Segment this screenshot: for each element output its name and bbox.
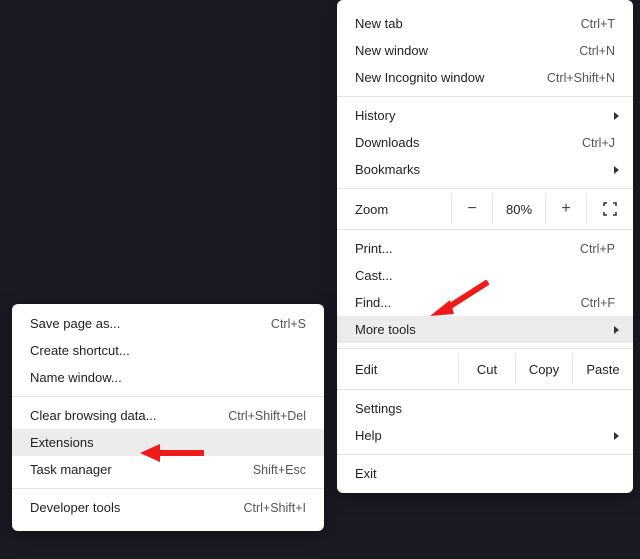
menu-label: New tab [355,16,567,31]
edit-label: Edit [355,362,458,377]
menu-label: Bookmarks [355,162,615,177]
zoom-label: Zoom [355,202,451,217]
submenu-item-task-manager[interactable]: Task manager Shift+Esc [12,456,324,483]
submenu-item-extensions[interactable]: Extensions [12,429,324,456]
menu-shortcut: Ctrl+T [581,17,615,31]
menu-label: More tools [355,322,615,337]
menu-item-exit[interactable]: Exit [337,460,633,487]
menu-shortcut: Ctrl+N [579,44,615,58]
menu-label: Save page as... [30,316,257,331]
menu-label: Cast... [355,268,615,283]
menu-item-incognito[interactable]: New Incognito window Ctrl+Shift+N [337,64,633,91]
fullscreen-icon [603,202,617,216]
menu-item-new-window[interactable]: New window Ctrl+N [337,37,633,64]
submenu-item-save-page[interactable]: Save page as... Ctrl+S [12,310,324,337]
submenu-item-create-shortcut[interactable]: Create shortcut... [12,337,324,364]
menu-label: Exit [355,466,615,481]
menu-item-downloads[interactable]: Downloads Ctrl+J [337,129,633,156]
menu-item-settings[interactable]: Settings [337,395,633,422]
fullscreen-button[interactable] [586,194,633,224]
menu-label: Print... [355,241,566,256]
paste-button[interactable]: Paste [572,354,633,384]
menu-label: Find... [355,295,567,310]
zoom-out-button[interactable]: − [451,194,492,224]
menu-label: New window [355,43,565,58]
menu-shortcut: Ctrl+F [581,296,615,310]
menu-item-edit: Edit Cut Copy Paste [337,354,633,384]
submenu-item-developer-tools[interactable]: Developer tools Ctrl+Shift+I [12,494,324,521]
menu-separator [337,348,633,349]
menu-item-cast[interactable]: Cast... [337,262,633,289]
menu-separator [337,96,633,97]
menu-separator [337,389,633,390]
menu-separator [12,488,324,489]
submenu-item-clear-data[interactable]: Clear browsing data... Ctrl+Shift+Del [12,402,324,429]
menu-item-bookmarks[interactable]: Bookmarks [337,156,633,183]
zoom-in-button[interactable]: + [545,194,586,224]
menu-label: Settings [355,401,615,416]
menu-item-print[interactable]: Print... Ctrl+P [337,235,633,262]
menu-separator [12,396,324,397]
menu-separator [337,454,633,455]
copy-button[interactable]: Copy [515,354,572,384]
menu-shortcut: Shift+Esc [253,463,306,477]
cut-button[interactable]: Cut [458,354,515,384]
menu-shortcut: Ctrl+Shift+Del [228,409,306,423]
more-tools-submenu: Save page as... Ctrl+S Create shortcut..… [12,304,324,531]
menu-label: Developer tools [30,500,229,515]
menu-label: Help [355,428,615,443]
menu-shortcut: Ctrl+P [580,242,615,256]
menu-label: New Incognito window [355,70,533,85]
chrome-main-menu: New tab Ctrl+T New window Ctrl+N New Inc… [337,0,633,493]
menu-label: Extensions [30,435,306,450]
submenu-arrow-icon [614,112,619,120]
submenu-item-name-window[interactable]: Name window... [12,364,324,391]
menu-item-history[interactable]: History [337,102,633,129]
menu-item-find[interactable]: Find... Ctrl+F [337,289,633,316]
menu-label: History [355,108,615,123]
menu-separator [337,188,633,189]
menu-item-help[interactable]: Help [337,422,633,449]
menu-shortcut: Ctrl+J [582,136,615,150]
menu-label: Create shortcut... [30,343,306,358]
menu-shortcut: Ctrl+Shift+I [243,501,306,515]
zoom-percent: 80% [492,194,545,224]
menu-item-new-tab[interactable]: New tab Ctrl+T [337,10,633,37]
submenu-arrow-icon [614,166,619,174]
menu-label: Name window... [30,370,306,385]
menu-item-more-tools[interactable]: More tools [337,316,633,343]
menu-label: Task manager [30,462,239,477]
menu-shortcut: Ctrl+S [271,317,306,331]
submenu-arrow-icon [614,432,619,440]
menu-shortcut: Ctrl+Shift+N [547,71,615,85]
submenu-arrow-icon [614,326,619,334]
menu-label: Clear browsing data... [30,408,214,423]
menu-separator [337,229,633,230]
menu-label: Downloads [355,135,568,150]
menu-item-zoom: Zoom − 80% + [337,194,633,224]
